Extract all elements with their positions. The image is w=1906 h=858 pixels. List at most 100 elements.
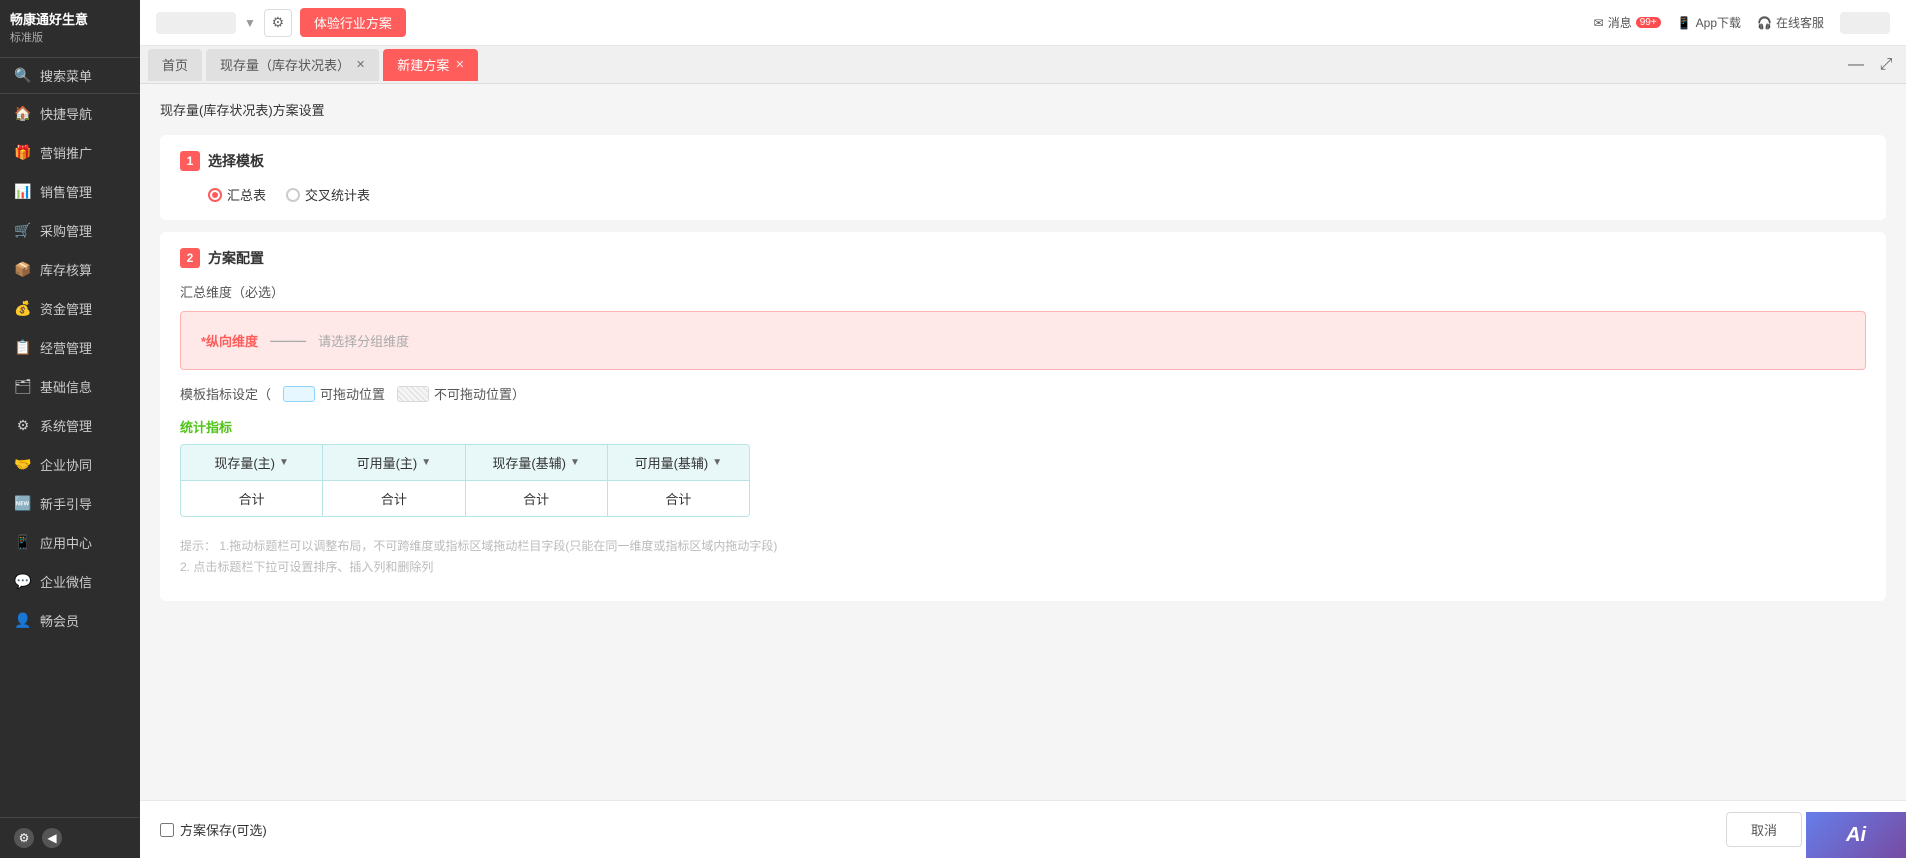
summary-dim-label: 汇总维度（必选） <box>180 282 1866 301</box>
hints-area: 提示： 1.拖动标题栏可以调整布局，不可跨维度或指标区域拖动栏目字段(只能在同一… <box>180 531 1866 585</box>
sidebar-item-purchase[interactable]: 🛒 采购管理 <box>0 211 140 250</box>
phone-icon: 📱 <box>14 533 32 551</box>
step2-header: 2 方案配置 <box>180 248 1866 268</box>
col-header-3[interactable]: 可用量(基辅) ▼ <box>608 445 749 480</box>
draggable-indicator: 可拖动位置 <box>283 384 385 403</box>
sidebar-item-basic[interactable]: 🗂 基础信息 <box>0 367 140 406</box>
template-radio-group: 汇总表 交叉统计表 <box>208 185 1866 204</box>
sidebar-item-member[interactable]: 👤 畅会员 <box>0 601 140 640</box>
sidebar-nav: 🏠 快捷导航 🎁 营销推广 📊 销售管理 🛒 采购管理 📦 库存核算 💰 资金管… <box>0 94 140 817</box>
radio-cross[interactable]: 交叉统计表 <box>286 185 370 204</box>
user-avatar[interactable] <box>1840 12 1890 34</box>
topbar-search-bar[interactable] <box>156 12 236 34</box>
vertical-dim-label: *纵向维度 <box>201 331 258 350</box>
tab-inventory-close[interactable]: ✕ <box>356 58 365 71</box>
page-title: 现存量(库存状况表)方案设置 <box>160 100 1886 119</box>
cancel-button[interactable]: 取消 <box>1726 812 1802 847</box>
tabbar: 首页 现存量（库存状况表） ✕ 新建方案 ✕ — ⤢ <box>140 46 1906 84</box>
topbar-gear-btn[interactable]: ⚙ <box>264 9 292 37</box>
dim-placeholder: 请选择分组维度 <box>318 331 409 350</box>
sidebar-label-purchase: 采购管理 <box>40 221 92 240</box>
trial-btn[interactable]: 体验行业方案 <box>300 8 406 37</box>
minimize-btn[interactable]: — <box>1844 53 1868 77</box>
sidebar-label-finance: 资金管理 <box>40 299 92 318</box>
non-draggable-indicator: 不可拖动位置） <box>397 384 525 403</box>
gift-icon: 🎁 <box>14 143 32 161</box>
ai-label: Ai <box>1846 824 1866 847</box>
tab-new[interactable]: 新建方案 ✕ <box>383 49 478 81</box>
box-icon: 📦 <box>14 260 32 278</box>
collapse-icon[interactable]: ◀ <box>42 828 62 848</box>
radio-summary-circle <box>208 188 222 202</box>
tab-inventory[interactable]: 现存量（库存状况表） ✕ <box>206 49 379 81</box>
sidebar-label-operation: 经营管理 <box>40 338 92 357</box>
radio-summary-label: 汇总表 <box>227 185 266 204</box>
col-header-0[interactable]: 现存量(主) ▼ <box>181 445 323 480</box>
radio-cross-label: 交叉统计表 <box>305 185 370 204</box>
sidebar-item-corp[interactable]: 🤝 企业协同 <box>0 445 140 484</box>
col-header-1[interactable]: 可用量(主) ▼ <box>323 445 465 480</box>
sidebar-label-wechat: 企业微信 <box>40 572 92 591</box>
stats-table-header: 现存量(主) ▼ 可用量(主) ▼ 现存量(基辅) ▼ 可用量(基辅) ▼ <box>181 445 749 480</box>
tab-new-close[interactable]: ✕ <box>455 58 464 71</box>
sidebar-item-apps[interactable]: 📱 应用中心 <box>0 523 140 562</box>
topbar-right: ✉ 消息 99+ 📱 App下载 🎧 在线客服 <box>1594 12 1890 34</box>
stats-table-body: 合计 合计 合计 合计 <box>181 480 749 516</box>
search-menu-label: 搜索菜单 <box>40 66 92 85</box>
col-label-2: 现存量(基辅) <box>492 453 566 472</box>
tab-home[interactable]: 首页 <box>148 49 202 81</box>
sidebar-item-newbie[interactable]: 🆕 新手引导 <box>0 484 140 523</box>
sidebar-item-wechat[interactable]: 💬 企业微信 <box>0 562 140 601</box>
sidebar-item-system[interactable]: ⚙ 系统管理 <box>0 406 140 445</box>
col-chevron-1[interactable]: ▼ <box>421 457 431 468</box>
ai-badge[interactable]: Ai <box>1806 812 1906 858</box>
col-body-3: 合计 <box>608 481 749 516</box>
settings-icon[interactable]: ⚙ <box>14 828 34 848</box>
col-label-1: 可用量(主) <box>357 453 418 472</box>
chat-icon: 💬 <box>14 572 32 590</box>
step1-title: 选择模板 <box>208 151 264 171</box>
app-title: 畅康通好生意 <box>10 12 130 29</box>
stats-section-label: 统计指标 <box>180 417 1866 436</box>
home-icon: 🏠 <box>14 104 32 122</box>
sidebar-search[interactable]: 🔍 搜索菜单 <box>0 58 140 94</box>
app-download-btn[interactable]: 📱 App下载 <box>1677 14 1741 31</box>
save-checkbox[interactable] <box>160 823 174 837</box>
sidebar-item-inventory[interactable]: 📦 库存核算 <box>0 250 140 289</box>
dimension-box[interactable]: *纵向维度 —— 请选择分组维度 <box>180 311 1866 370</box>
section-step1: 1 选择模板 汇总表 交叉统计表 <box>160 135 1886 220</box>
non-draggable-box <box>397 386 429 402</box>
message-icon: ✉ <box>1594 16 1604 30</box>
col-header-2[interactable]: 现存量(基辅) ▼ <box>466 445 608 480</box>
app-subtitle: 标准版 <box>10 29 130 45</box>
messages-label: 消息 <box>1608 14 1632 31</box>
messages-badge: 99+ <box>1636 17 1661 28</box>
col-chevron-0[interactable]: ▼ <box>279 457 289 468</box>
col-chevron-3[interactable]: ▼ <box>712 457 722 468</box>
sidebar-item-shortcut[interactable]: 🏠 快捷导航 <box>0 94 140 133</box>
topbar-dropdown-icon[interactable]: ▼ <box>244 16 256 30</box>
main-area: ▼ ⚙ 体验行业方案 ✉ 消息 99+ 📱 App下载 🎧 在线客服 首页 <box>140 0 1906 858</box>
tab-home-label: 首页 <box>162 55 188 74</box>
maximize-btn[interactable]: ⤢ <box>1874 53 1898 77</box>
template-indicator-label: 模板指标设定（ <box>180 384 271 403</box>
col-chevron-2[interactable]: ▼ <box>570 457 580 468</box>
online-service-btn[interactable]: 🎧 在线客服 <box>1757 14 1824 31</box>
sidebar-label-system: 系统管理 <box>40 416 92 435</box>
save-option[interactable]: 方案保存(可选) <box>160 820 267 839</box>
sidebar-item-finance[interactable]: 💰 资金管理 <box>0 289 140 328</box>
handshake-icon: 🤝 <box>14 455 32 473</box>
draggable-box <box>283 386 315 402</box>
cart-icon: 🛒 <box>14 221 32 239</box>
bottom-bar: 方案保存(可选) 取消 查询 <box>140 800 1906 858</box>
radio-summary[interactable]: 汇总表 <box>208 185 266 204</box>
folder-icon: 🗂 <box>14 377 32 395</box>
col-body-0: 合计 <box>181 481 323 516</box>
sidebar-item-marketing[interactable]: 🎁 营销推广 <box>0 133 140 172</box>
download-icon: 📱 <box>1677 16 1692 30</box>
sidebar-footer: ⚙ ◀ <box>0 817 140 858</box>
user-icon: 👤 <box>14 611 32 629</box>
messages-btn[interactable]: ✉ 消息 99+ <box>1594 14 1661 31</box>
sidebar-item-sales[interactable]: 📊 销售管理 <box>0 172 140 211</box>
sidebar-item-operation[interactable]: 📋 经营管理 <box>0 328 140 367</box>
